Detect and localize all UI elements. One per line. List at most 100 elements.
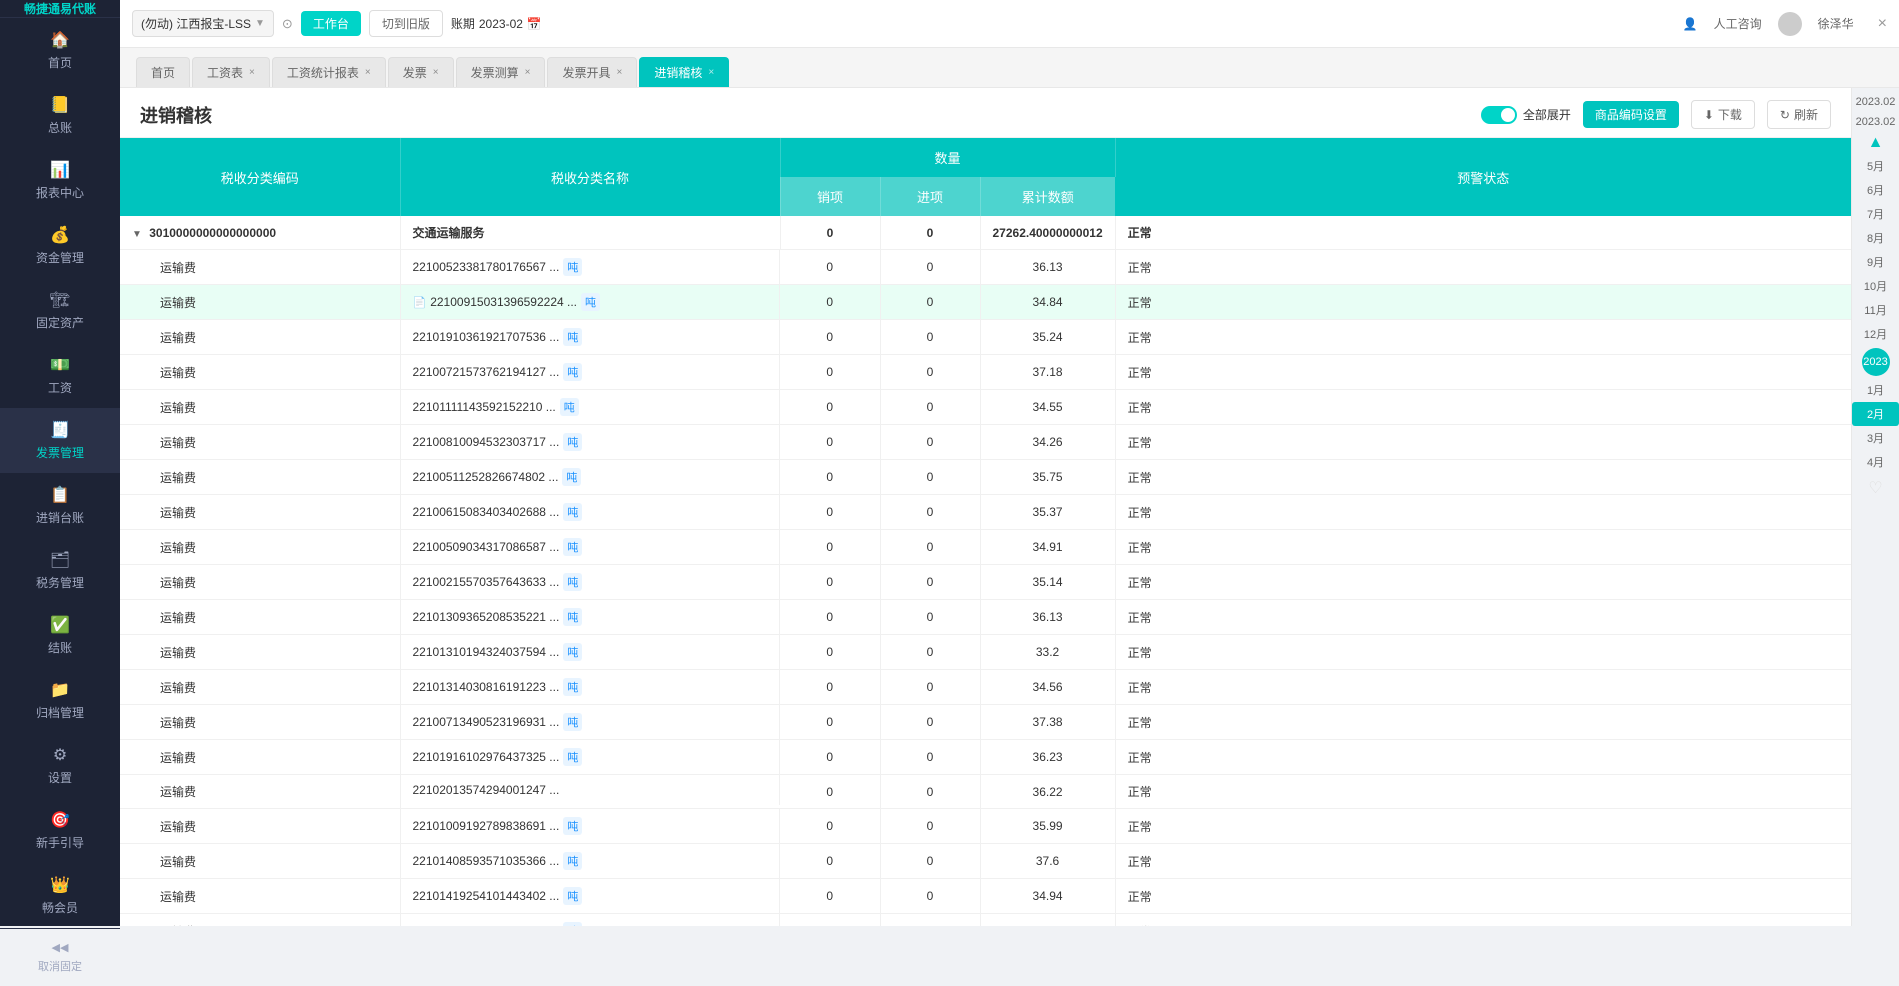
table-row[interactable]: 运输费 22100523381780176567 ... 吨 0 0 36.13… <box>120 250 1851 285</box>
month-11[interactable]: 11月 <box>1852 298 1899 322</box>
table-row[interactable]: 运输费 22102013574294001247 ... 0 0 36.22 正… <box>120 775 1851 809</box>
cell-purchase: 0 <box>880 355 980 390</box>
table-row[interactable]: 运输费 22101419254101443402 ... 吨 0 0 34.94… <box>120 879 1851 914</box>
refresh-btn[interactable]: ↻ 刷新 <box>1767 100 1831 129</box>
page-header: 进销稽核 全部展开 商品编码设置 ⬇ 下载 ↻ 刷新 <box>120 88 1851 138</box>
table-row[interactable]: 运输费 22101916102976437325 ... 吨 0 0 36.23… <box>120 740 1851 775</box>
table-row[interactable]: 运输费 22100810094532303717 ... 吨 0 0 34.26… <box>120 425 1851 460</box>
month-7[interactable]: 7月 <box>1852 202 1899 226</box>
sidebar-item-salary[interactable]: 💵 工资 <box>0 343 120 408</box>
month-6[interactable]: 6月 <box>1852 178 1899 202</box>
table-row[interactable]: 运输费 22101309365208535221 ... 吨 0 0 36.13… <box>120 600 1851 635</box>
tab-salary-close[interactable]: × <box>249 67 255 78</box>
scroll-up-btn[interactable]: ▲ <box>1866 132 1886 154</box>
tab-reconcile[interactable]: 进销稽核 × <box>639 57 729 87</box>
table-row[interactable]: 运输费 22100509034317086587 ... 吨 0 0 34.91… <box>120 530 1851 565</box>
table-row[interactable]: 运输费 22101910361921707536 ... 吨 0 0 35.24… <box>120 320 1851 355</box>
cell-purchase: 0 <box>880 216 980 250</box>
sidebar-item-assets[interactable]: 🏗 固定资产 <box>0 278 120 343</box>
main-area: (勿动) 江西报宝-LSS ▼ ⊙ 工作台 切到旧版 账期 2023-02 📅 … <box>120 0 1899 926</box>
table-row[interactable]: 运输费 22100615083403402688 ... 吨 0 0 35.37… <box>120 495 1851 530</box>
sidebar-item-member[interactable]: 👑 畅会员 <box>0 863 120 928</box>
unpin-label: 取消固定 <box>38 958 82 974</box>
sidebar-item-home[interactable]: 🏠 首页 <box>0 18 120 83</box>
tab-invoice[interactable]: 发票 × <box>388 57 454 87</box>
cell-total: 34.26 <box>980 425 1115 460</box>
table-row[interactable]: ▼ 3010000000000000000 交通运输服务 0 0 27262.4… <box>120 216 1851 250</box>
month-1[interactable]: 1月 <box>1852 378 1899 402</box>
tab-invoice-issue-close[interactable]: × <box>616 67 622 78</box>
user-name: 徐泽华 <box>1818 15 1854 32</box>
tab-invoice-issue[interactable]: 发票开具 × <box>547 57 637 87</box>
cell-total: 33.2 <box>980 635 1115 670</box>
table-row[interactable]: 运输费 22100721573762194127 ... 吨 0 0 37.18… <box>120 355 1851 390</box>
sidebar-item-tax[interactable]: 🗂 税务管理 <box>0 538 120 603</box>
table-row[interactable]: 运输费 22101111143592152210 ... 吨 0 0 34.55… <box>120 390 1851 425</box>
checkout-icon: ✅ <box>50 615 70 635</box>
month-10[interactable]: 10月 <box>1852 274 1899 298</box>
cell-item-name: 运输费 <box>120 775 400 809</box>
sidebar-item-archive[interactable]: 📁 归档管理 <box>0 668 120 733</box>
month-5[interactable]: 5月 <box>1852 154 1899 178</box>
cell-purchase: 0 <box>880 809 980 844</box>
table-row[interactable]: 运输费 22101408593571035366 ... 吨 0 0 37.6 … <box>120 844 1851 879</box>
sidebar-item-checkout[interactable]: ✅ 结账 <box>0 603 120 668</box>
cell-status: 正常 <box>1115 635 1851 670</box>
table-row[interactable]: 运输费 22101310194324037594 ... 吨 0 0 33.2 … <box>120 635 1851 670</box>
month-4[interactable]: 4月 <box>1852 450 1899 474</box>
table-row[interactable]: 运输费 📄 22100915031396592224 ... 吨 0 0 34.… <box>120 285 1851 320</box>
tab-invoice-calc[interactable]: 发票测算 × <box>456 57 546 87</box>
cell-code: ▼ 3010000000000000000 <box>120 216 400 250</box>
tab-salary-report[interactable]: 工资统计报表 × <box>272 57 386 87</box>
sidebar-item-settings[interactable]: ⚙ 设置 <box>0 733 120 798</box>
table-row[interactable]: 运输费 22101314030816191223 ... 吨 0 0 34.56… <box>120 670 1851 705</box>
sidebar-item-reports[interactable]: 📊 报表中心 <box>0 148 120 213</box>
sidebar-item-funds[interactable]: 💰 资金管理 <box>0 213 120 278</box>
product-code-btn[interactable]: 商品编码设置 <box>1583 101 1679 128</box>
calendar-icon[interactable]: 📅 <box>527 17 542 31</box>
th-quantity-group: 数量 <box>780 138 1115 177</box>
cell-purchase: 0 <box>880 320 980 355</box>
unpin-button[interactable]: ◀◀ 取消固定 <box>0 928 120 986</box>
table-row[interactable]: 运输费 22101009192789838691 ... 吨 0 0 35.99… <box>120 809 1851 844</box>
cell-item-name: 运输费 <box>120 879 400 914</box>
table-row[interactable]: 运输费 22100511252826674802 ... 吨 0 0 35.75… <box>120 460 1851 495</box>
copy-icon[interactable]: ⊙ <box>282 16 293 32</box>
cell-status: 正常 <box>1115 285 1851 320</box>
cell-item-name: 运输费 <box>120 565 400 600</box>
month-8[interactable]: 8月 <box>1852 226 1899 250</box>
workbench-button[interactable]: 工作台 <box>301 11 361 36</box>
cell-purchase: 0 <box>880 565 980 600</box>
sidebar-item-ledger[interactable]: 📒 总账 <box>0 83 120 148</box>
table-row[interactable]: 运输费 22100713490523196931 ... 吨 0 0 37.38… <box>120 705 1851 740</box>
tab-invoice-close[interactable]: × <box>433 67 439 78</box>
cell-item-name: 运输费 <box>120 740 400 775</box>
cell-purchase: 0 <box>880 285 980 320</box>
tab-salary-report-close[interactable]: × <box>365 67 371 78</box>
sidebar-item-purchase-sales[interactable]: 📋 进销台账 <box>0 473 120 538</box>
month-12[interactable]: 12月 <box>1852 322 1899 346</box>
year-2023[interactable]: 2023 <box>1862 348 1890 376</box>
cell-status: 正常 <box>1115 320 1851 355</box>
table-row[interactable]: 运输费 22100215570357643633 ... 吨 0 0 35.14… <box>120 565 1851 600</box>
month-9[interactable]: 9月 <box>1852 250 1899 274</box>
month-2[interactable]: 2月 <box>1852 402 1899 426</box>
sidebar-item-invoice[interactable]: 🧾 发票管理 <box>0 408 120 473</box>
cell-total: 37.6 <box>980 844 1115 879</box>
table-row[interactable]: 运输费 22101820212692571958 ... 吨 0 0 36.72… <box>120 914 1851 927</box>
th-tax-name: 税收分类名称 <box>400 138 780 216</box>
tab-home[interactable]: 首页 <box>136 57 190 87</box>
sidebar-item-guide[interactable]: 🎯 新手引导 <box>0 798 120 863</box>
company-selector[interactable]: (勿动) 江西报宝-LSS ▼ <box>132 10 274 37</box>
month-3[interactable]: 3月 <box>1852 426 1899 450</box>
tab-reconcile-close[interactable]: × <box>708 67 714 78</box>
download-btn[interactable]: ⬇ 下载 <box>1691 100 1755 129</box>
window-close-button[interactable]: × <box>1878 15 1887 33</box>
support-label[interactable]: 人工咨询 <box>1714 15 1762 32</box>
cell-total: 34.55 <box>980 390 1115 425</box>
expand-toggle[interactable] <box>1481 106 1517 124</box>
th-warning: 预警状态 <box>1115 138 1851 216</box>
tab-salary[interactable]: 工资表 × <box>192 57 270 87</box>
tab-invoice-calc-close[interactable]: × <box>525 67 531 78</box>
switch-button[interactable]: 切到旧版 <box>369 10 443 37</box>
